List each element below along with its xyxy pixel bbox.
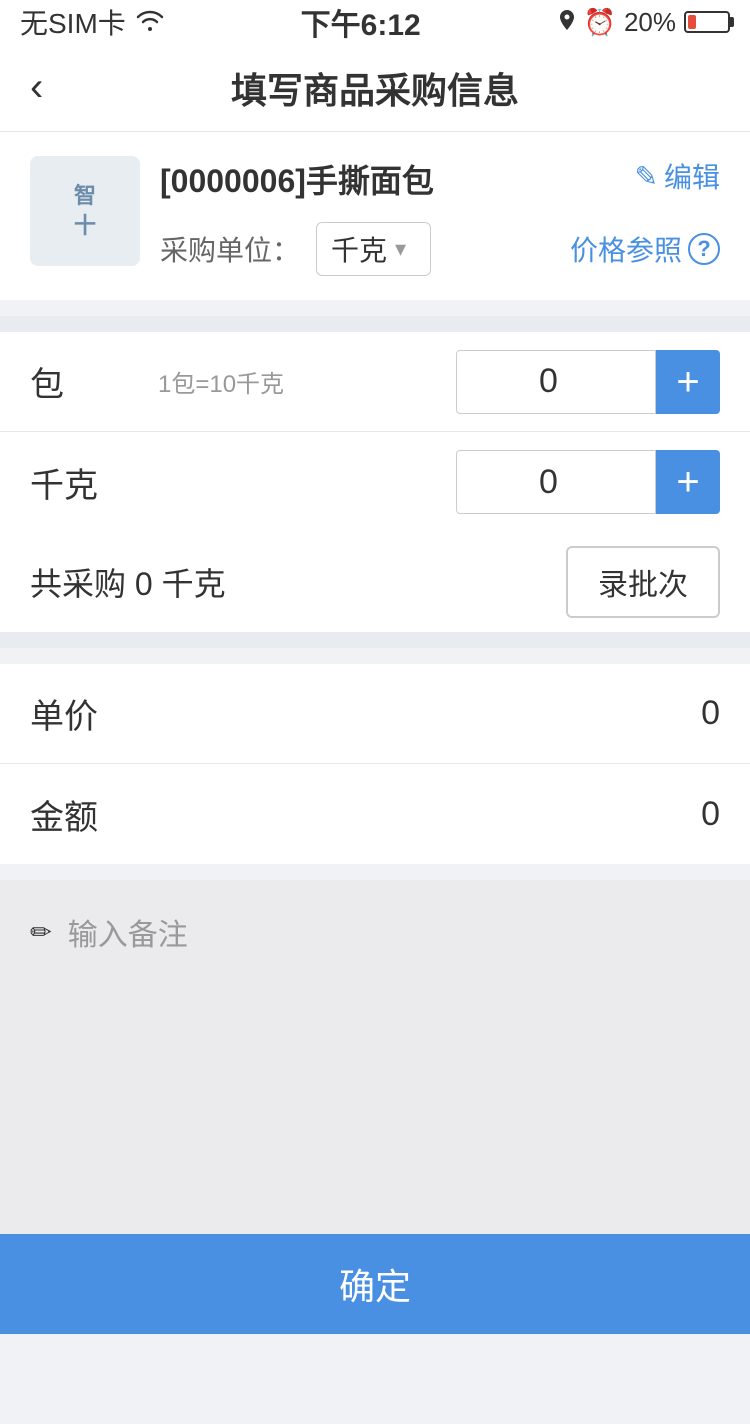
kg-input-group: + (456, 450, 720, 514)
logo-line2: 十 (74, 213, 96, 239)
nav-bar: ‹ 填写商品采购信息 (0, 44, 750, 132)
status-left: 无SIM卡 (20, 2, 164, 42)
notes-placeholder: 输入备注 (68, 910, 188, 954)
edit-icon: ✎ (635, 160, 658, 193)
notes-section[interactable]: ✏ 输入备注 (0, 880, 750, 984)
alarm-icon: ⏰ (584, 7, 616, 38)
bag-input[interactable] (456, 350, 656, 414)
kg-input-row: 千克 + (0, 432, 750, 532)
amount-row: 金额 0 (0, 764, 750, 864)
help-icon: ? (688, 233, 720, 265)
unit-price-value: 0 (701, 694, 720, 733)
confirm-button[interactable]: 确定 (0, 1234, 750, 1334)
unit-price-row: 单价 0 (0, 664, 750, 764)
unit-select[interactable]: 千克 ▾ (316, 222, 431, 276)
divider-1 (0, 316, 750, 332)
price-ref-label: 价格参照 (570, 229, 682, 269)
location-icon (558, 7, 576, 38)
price-ref-button[interactable]: 价格参照 ? (570, 229, 720, 269)
amount-value: 0 (701, 795, 720, 834)
page-title: 填写商品采购信息 (231, 62, 519, 114)
divider-2 (0, 632, 750, 648)
battery-text: 20% (624, 7, 676, 38)
product-card: 智 十 [0000006]手撕面包 ✎ 编辑 采购单位： 千克 ▾ (0, 132, 750, 300)
dropdown-chevron-icon: ▾ (395, 236, 406, 262)
quantity-section: 包 1包=10千克 + 千克 + (0, 332, 750, 532)
purchase-unit-row: 采购单位： 千克 ▾ 价格参照 ? (160, 222, 720, 276)
edit-button[interactable]: ✎ 编辑 (635, 156, 720, 196)
kg-plus-button[interactable]: + (656, 450, 720, 514)
product-name: [0000006]手撕面包 (160, 156, 434, 202)
bag-plus-button[interactable]: + (656, 350, 720, 414)
main-content: 智 十 [0000006]手撕面包 ✎ 编辑 采购单位： 千克 ▾ (0, 132, 750, 1424)
amount-label: 金额 (30, 790, 98, 839)
bag-sublabel: 1包=10千克 (158, 364, 284, 399)
product-info: [0000006]手撕面包 ✎ 编辑 采购单位： 千克 ▾ 价格参照 ? (160, 156, 720, 276)
status-bar: 无SIM卡 下午6:12 ⏰ 20% (0, 0, 750, 44)
summary-row: 共采购 0 千克 录批次 (0, 532, 750, 632)
battery-icon (684, 11, 730, 33)
product-image: 智 十 (30, 156, 140, 266)
status-time: 下午6:12 (301, 0, 421, 44)
price-section: 单价 0 金额 0 (0, 664, 750, 864)
unit-label: 采购单位： (160, 229, 300, 269)
pencil-icon: ✏ (30, 917, 52, 948)
unit-price-label: 单价 (30, 689, 98, 738)
logo-line1: 智 (74, 183, 96, 209)
kg-label: 千克 (30, 458, 150, 507)
unit-selector-group: 采购单位： 千克 ▾ (160, 222, 431, 276)
summary-text: 共采购 0 千克 (30, 559, 226, 605)
bag-label: 包 (30, 357, 150, 406)
edit-label: 编辑 (664, 156, 720, 196)
product-name-row: [0000006]手撕面包 ✎ 编辑 (160, 156, 720, 202)
status-right: ⏰ 20% (558, 7, 730, 38)
wifi-icon (136, 6, 164, 38)
bag-input-row: 包 1包=10千克 + (0, 332, 750, 432)
carrier-text: 无SIM卡 (20, 2, 126, 42)
unit-value: 千克 (331, 229, 387, 269)
batch-button[interactable]: 录批次 (566, 546, 720, 618)
back-button[interactable]: ‹ (30, 55, 63, 120)
kg-input[interactable] (456, 450, 656, 514)
bag-input-group: + (456, 350, 720, 414)
